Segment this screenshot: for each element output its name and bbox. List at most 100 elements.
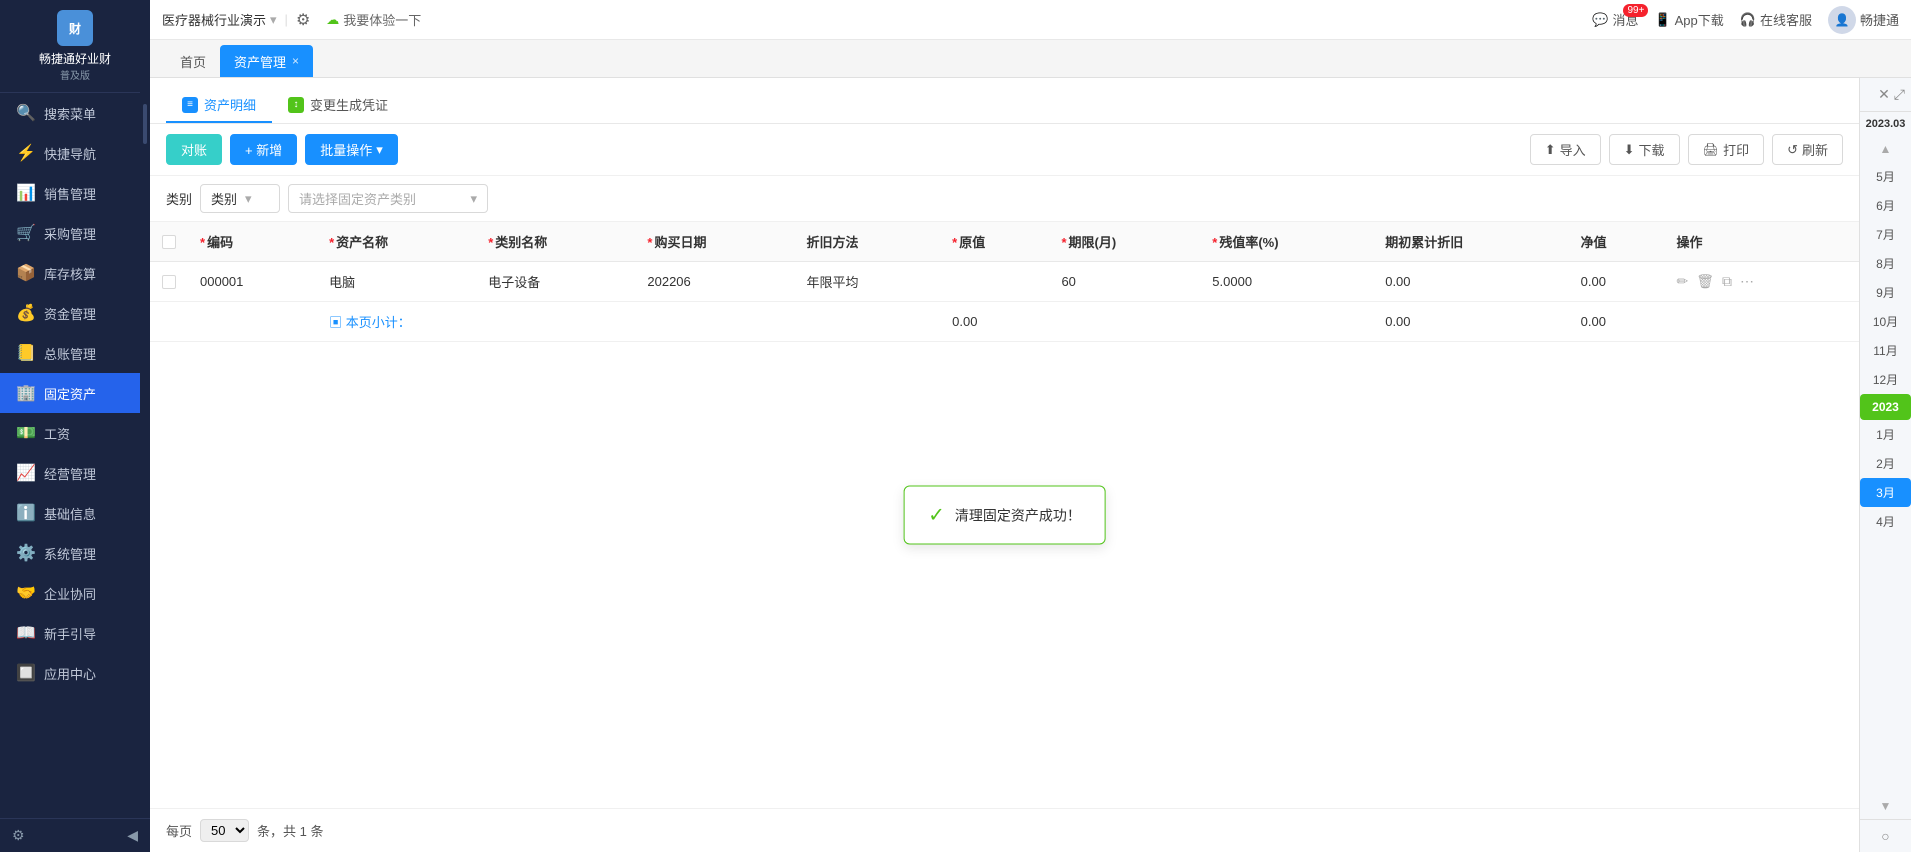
import-btn[interactable]: ⬆ 导入 [1530, 134, 1601, 165]
sidebar-item-ops[interactable]: 📈 经营管理 [0, 453, 150, 493]
download-label: 下载 [1639, 140, 1665, 159]
subtotal-empty4 [1200, 302, 1373, 342]
table-row: 000001 电脑 电子设备 202206 年限平均 60 5.0000 0.0… [150, 262, 1859, 302]
per-page-select[interactable]: 50 [200, 819, 249, 842]
refresh-btn[interactable]: ↺ 刷新 [1772, 134, 1843, 165]
sidebar-item-payroll[interactable]: 💵 工资 [0, 413, 150, 453]
sidebar-item-fixed[interactable]: 🏢 固定资产 [0, 373, 150, 413]
new-btn[interactable]: + 新增 [230, 134, 297, 165]
sidebar-bottom: ⚙ ◀ [0, 818, 150, 852]
year-2023-label: 2023 [1860, 394, 1911, 420]
month-6[interactable]: 6月 [1860, 191, 1911, 220]
new-label: + 新增 [245, 140, 282, 159]
sidebar-item-label: 新手引导 [44, 624, 96, 643]
header-checkbox[interactable] [162, 235, 176, 249]
filter-category-select[interactable]: 请选择固定资产类别 ▾ [288, 184, 488, 213]
month-7[interactable]: 7月 [1860, 220, 1911, 249]
sidebar-item-sales[interactable]: 📊 销售管理 [0, 173, 150, 213]
sub-tab-voucher[interactable]: ↕ 变更生成凭证 [272, 88, 404, 123]
month-10[interactable]: 10月 [1860, 307, 1911, 336]
sidebar-item-fund[interactable]: 💰 资金管理 [0, 293, 150, 333]
main-content: ≡ 资产明细 ↕ 变更生成凭证 对账 + 新增 [150, 78, 1859, 852]
tab-home[interactable]: 首页 [166, 45, 220, 77]
month-9[interactable]: 9月 [1860, 278, 1911, 307]
experience-label: 我要体验一下 [343, 10, 421, 29]
sidebar-item-quicknav[interactable]: ⚡ 快捷导航 [0, 133, 150, 173]
row-checkbox[interactable] [162, 275, 176, 289]
row-original [940, 262, 1049, 302]
sidebar-item-search[interactable]: 🔍 搜索菜单 [0, 93, 150, 133]
app-download-btn[interactable]: 📱 App下载 [1654, 10, 1723, 29]
sidebar-item-guide[interactable]: 📖 新手引导 [0, 613, 150, 653]
toolbar-right: 对账 + 新增 批量操作 ▾ [166, 134, 398, 165]
sidebar-item-system[interactable]: ⚙️ 系统管理 [0, 533, 150, 573]
tab-asset[interactable]: 资产管理 × [220, 45, 313, 77]
panel-up-btn[interactable]: ▲ [1860, 136, 1911, 162]
panel-bottom-btn[interactable]: ○ [1860, 819, 1911, 852]
search-icon: 🔍 [16, 103, 36, 123]
settings-icon[interactable]: ⚙ [12, 827, 25, 844]
cloud-icon: ☁ [326, 12, 339, 28]
sub-tab-detail[interactable]: ≡ 资产明细 [166, 88, 272, 123]
company-selector[interactable]: 医疗器械行业演示 ▾ [162, 10, 277, 29]
month-11[interactable]: 11月 [1860, 336, 1911, 365]
refresh-icon: ↺ [1787, 142, 1798, 158]
ledger-icon: 📒 [16, 343, 36, 363]
info-icon: ℹ️ [16, 503, 36, 523]
collapse-icon[interactable]: ◀ [127, 827, 138, 844]
row-method: 年限平均 [795, 262, 941, 302]
copy-icon[interactable]: ⧉ [1722, 273, 1732, 290]
sidebar-item-label: 工资 [44, 424, 70, 443]
sub-tab-voucher-label: 变更生成凭证 [310, 95, 388, 114]
month-2[interactable]: 2月 [1860, 449, 1911, 478]
month-4[interactable]: 4月 [1860, 507, 1911, 536]
message-btn[interactable]: 💬 消息 99+ [1592, 10, 1638, 29]
more-icon[interactable]: ⋯ [1740, 273, 1754, 290]
panel-close-icon[interactable]: ✕ [1878, 86, 1890, 103]
main-area: 医疗器械行业演示 ▾ | ⚙ ☁ 我要体验一下 💬 消息 99+ 📱 App下载… [150, 0, 1911, 852]
toast-overlay: ✓ 清理固定资产成功！ [903, 486, 1106, 545]
col-date: *购买日期 [635, 222, 794, 262]
month-5[interactable]: 5月 [1860, 162, 1911, 191]
sidebar-item-label: 搜索菜单 [44, 104, 96, 123]
delete-icon[interactable]: 🗑 [1696, 273, 1714, 290]
panel-expand-icon[interactable]: ⤢ [1894, 86, 1905, 103]
sidebar-item-inventory[interactable]: 📦 库存核算 [0, 253, 150, 293]
topbar-right: 💬 消息 99+ 📱 App下载 🎧 在线客服 👤 畅捷通 [1592, 6, 1899, 34]
reconcile-btn[interactable]: 对账 [166, 134, 222, 165]
sidebar-item-info[interactable]: ℹ️ 基础信息 [0, 493, 150, 533]
separator: | [285, 12, 288, 27]
panel-down-btn[interactable]: ▼ [1860, 793, 1911, 819]
import-label: 导入 [1560, 140, 1586, 159]
col-name: *资产名称 [317, 222, 476, 262]
experience-btn[interactable]: ☁ 我要体验一下 [326, 10, 421, 29]
user-menu[interactable]: 👤 畅捷通 [1828, 6, 1899, 34]
filter-category-label: 类别 [166, 189, 192, 208]
sidebar: 财 畅捷通好业财 普及版 🔍 搜索菜单 ⚡ 快捷导航 📊 销售管理 🛒 采购管理… [0, 0, 150, 852]
sidebar-item-label: 快捷导航 [44, 144, 96, 163]
batch-btn[interactable]: 批量操作 ▾ [305, 134, 398, 165]
corp-icon: 🤝 [16, 583, 36, 603]
month-12[interactable]: 12月 [1860, 365, 1911, 394]
sidebar-item-purchase[interactable]: 🛒 采购管理 [0, 213, 150, 253]
month-3-active[interactable]: 3月 [1860, 478, 1911, 507]
filter-category-type[interactable]: 类别 ▾ [200, 184, 280, 213]
sidebar-item-corp[interactable]: 🤝 企业协同 [0, 573, 150, 613]
action-icons: ✏ 🗑 ⧉ ⋯ [1676, 273, 1847, 290]
filter-placeholder: 请选择固定资产类别 [299, 189, 416, 208]
edit-icon[interactable]: ✏ [1676, 273, 1688, 290]
system-icon: ⚙️ [16, 543, 36, 563]
settings-gear-icon[interactable]: ⚙ [296, 10, 310, 30]
month-1[interactable]: 1月 [1860, 420, 1911, 449]
tab-asset-close[interactable]: × [292, 54, 299, 68]
sidebar-item-ledger[interactable]: 📒 总账管理 [0, 333, 150, 373]
month-8[interactable]: 8月 [1860, 249, 1911, 278]
online-service-btn[interactable]: 🎧 在线客服 [1740, 10, 1812, 29]
sidebar-item-apps[interactable]: 🔲 应用中心 [0, 653, 150, 693]
total-label: 条，共 1 条 [257, 821, 323, 840]
topbar: 医疗器械行业演示 ▾ | ⚙ ☁ 我要体验一下 💬 消息 99+ 📱 App下载… [150, 0, 1911, 40]
download-btn[interactable]: ⬇ 下载 [1609, 134, 1680, 165]
print-label: 打印 [1723, 140, 1749, 159]
print-btn[interactable]: 🖨 打印 [1688, 134, 1765, 165]
logo-text: 畅捷通好业财 [39, 50, 111, 67]
